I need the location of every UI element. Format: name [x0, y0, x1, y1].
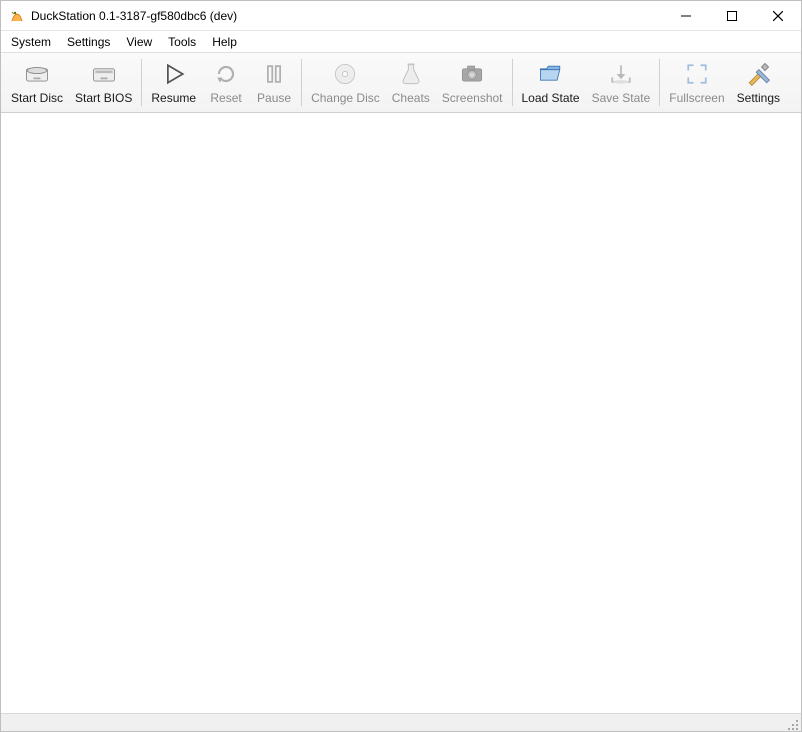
resume-button[interactable]: Resume	[145, 55, 202, 110]
screenshot-button: Screenshot	[436, 55, 509, 110]
load-state-button[interactable]: Load State	[516, 55, 586, 110]
resize-grip[interactable]	[785, 717, 799, 731]
start-bios-button[interactable]: Start BIOS	[69, 55, 138, 110]
reset-button: Reset	[202, 55, 250, 110]
minimize-button[interactable]	[663, 1, 709, 30]
menu-view[interactable]: View	[118, 31, 160, 52]
menu-system[interactable]: System	[3, 31, 59, 52]
close-button[interactable]	[755, 1, 801, 30]
cheats-button: Cheats	[386, 55, 436, 110]
statusbar	[1, 713, 801, 731]
disc-drive-icon	[23, 60, 51, 88]
toolbar-separator	[659, 59, 660, 106]
play-icon	[160, 60, 188, 88]
menu-settings[interactable]: Settings	[59, 31, 118, 52]
refresh-icon	[212, 60, 240, 88]
menu-tools[interactable]: Tools	[160, 31, 204, 52]
save-state-button: Save State	[586, 55, 657, 110]
disc-icon	[331, 60, 359, 88]
pause-icon	[260, 60, 288, 88]
menu-help[interactable]: Help	[204, 31, 245, 52]
titlebar: DuckStation 0.1-3187-gf580dbc6 (dev)	[1, 1, 801, 31]
maximize-button[interactable]	[709, 1, 755, 30]
folder-open-icon	[537, 60, 565, 88]
tools-icon	[744, 60, 772, 88]
fullscreen-button: Fullscreen	[663, 55, 730, 110]
menubar: System Settings View Tools Help	[1, 31, 801, 53]
pause-button: Pause	[250, 55, 298, 110]
fullscreen-icon	[683, 60, 711, 88]
main-content	[1, 113, 801, 713]
settings-button[interactable]: Settings	[731, 55, 786, 110]
flask-icon	[397, 60, 425, 88]
app-icon	[9, 8, 25, 24]
start-disc-button[interactable]: Start Disc	[5, 55, 69, 110]
toolbar-separator	[141, 59, 142, 106]
camera-icon	[458, 60, 486, 88]
window-title: DuckStation 0.1-3187-gf580dbc6 (dev)	[31, 9, 237, 23]
toolbar-separator	[301, 59, 302, 106]
save-download-icon	[607, 60, 635, 88]
toolbar-separator	[512, 59, 513, 106]
toolbar: Start Disc Start BIOS Resume	[1, 53, 801, 113]
change-disc-button: Change Disc	[305, 55, 386, 110]
drive-icon	[90, 60, 118, 88]
